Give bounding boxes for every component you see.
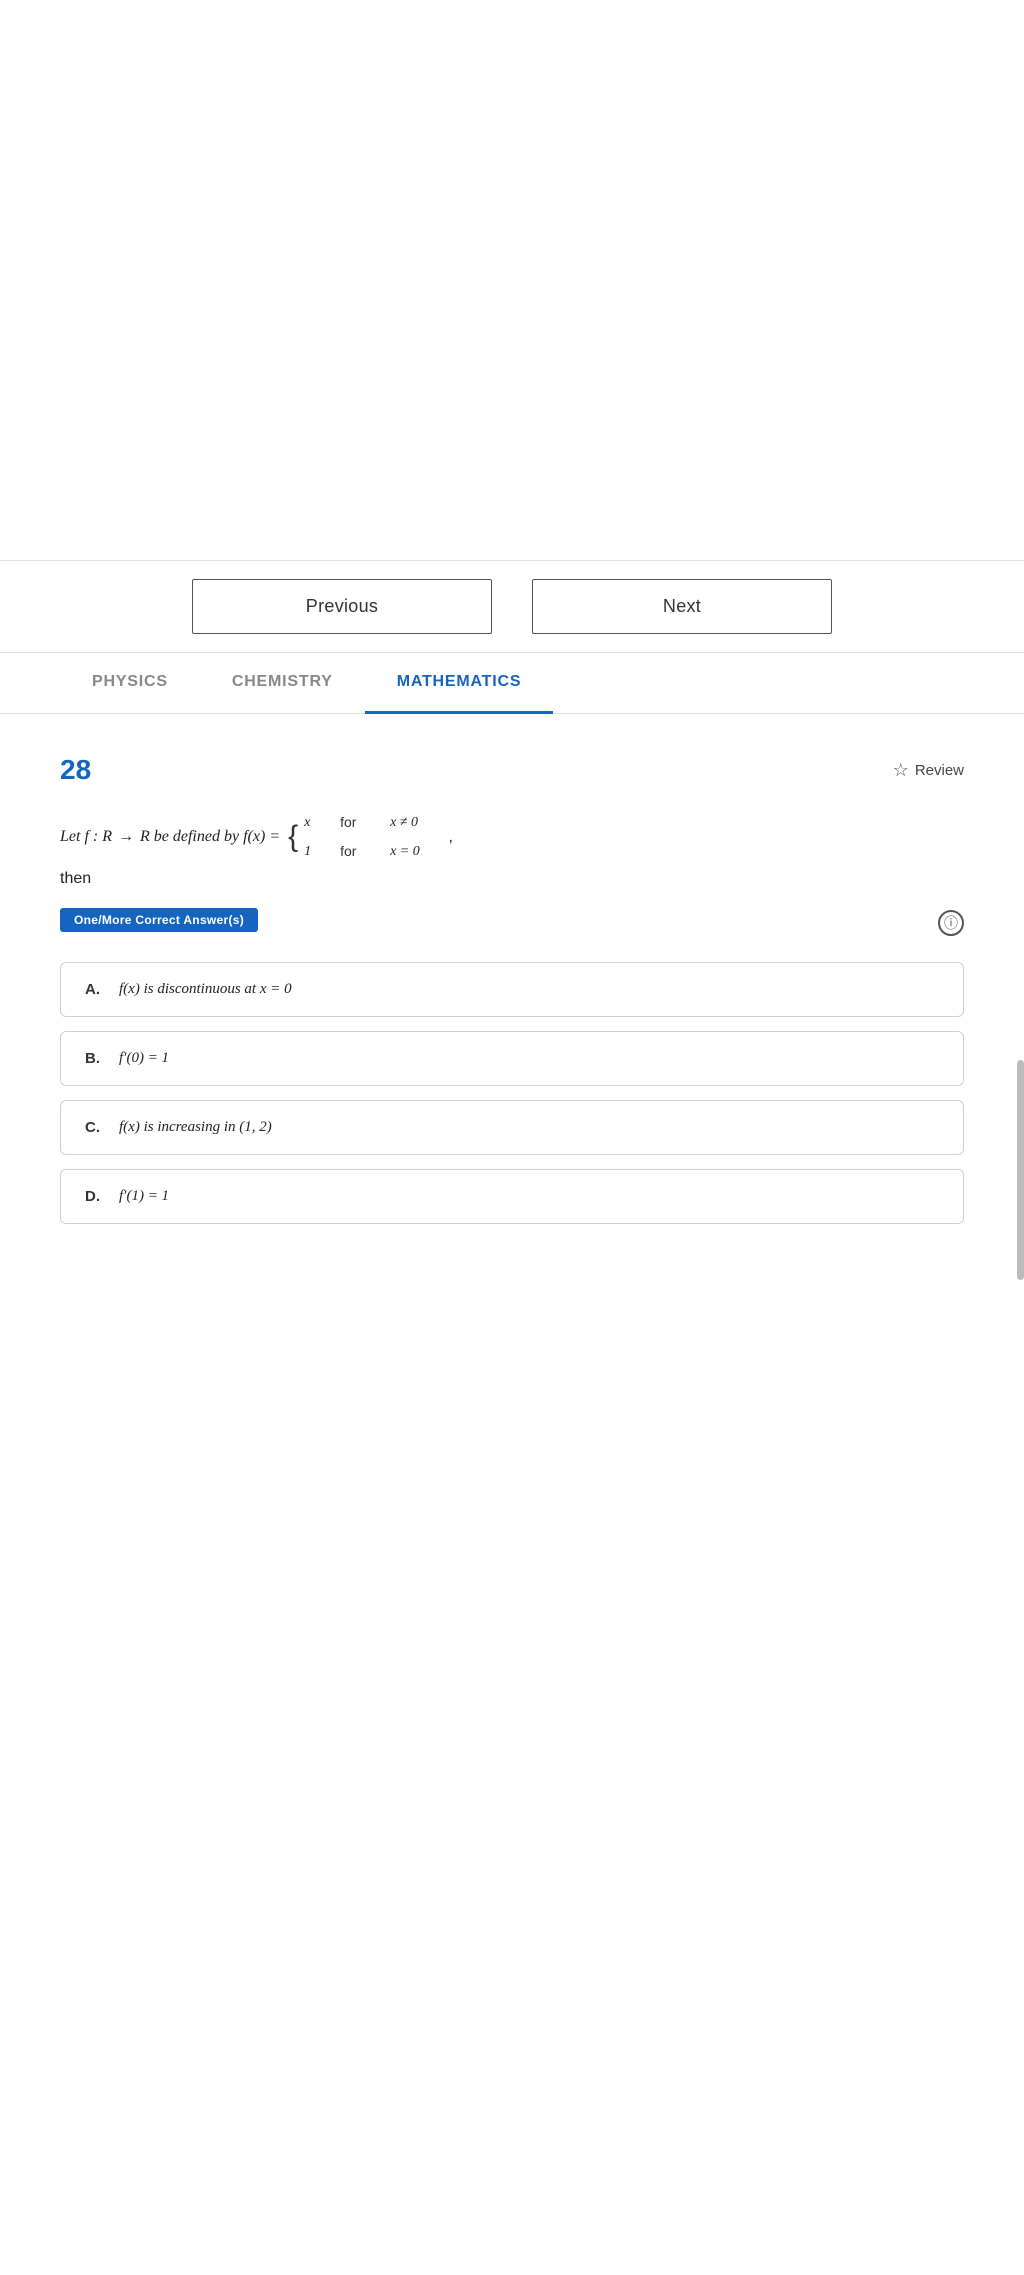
badge-row: One/More Correct Answer(s) ⓘ [60, 908, 964, 938]
star-icon: ☆ [893, 760, 909, 781]
option-b[interactable]: B. f′(0) = 1 [60, 1031, 964, 1086]
next-button[interactable]: Next [532, 579, 832, 634]
tab-chemistry[interactable]: CHEMISTRY [200, 653, 365, 714]
subject-tabs: PHYSICS CHEMISTRY MATHEMATICS [0, 653, 1024, 714]
option-a[interactable]: A. f(x) is discontinuous at x = 0 [60, 962, 964, 1017]
previous-button[interactable]: Previous [192, 579, 492, 634]
review-button[interactable]: ☆ Review [893, 760, 964, 781]
piecewise-function: { x for x ≠ 0 1 for x = 0 [288, 810, 440, 864]
option-d[interactable]: D. f′(1) = 1 [60, 1169, 964, 1224]
navigation-buttons: Previous Next [0, 560, 1024, 653]
option-b-label: B. [85, 1050, 105, 1067]
question-header: 28 ☆ Review [60, 754, 964, 786]
option-a-text: f(x) is discontinuous at x = 0 [119, 981, 292, 998]
question-number: 28 [60, 754, 91, 786]
question-then: then [60, 870, 964, 888]
answer-type-badge: One/More Correct Answer(s) [60, 908, 258, 932]
option-a-label: A. [85, 981, 105, 998]
option-c-text: f(x) is increasing in (1, 2) [119, 1119, 272, 1136]
scrollbar[interactable] [1017, 1060, 1024, 1280]
option-c[interactable]: C. f(x) is increasing in (1, 2) [60, 1100, 964, 1155]
info-icon[interactable]: ⓘ [938, 910, 964, 936]
question-text: Let f : R → R be defined by f(x) = { x f… [60, 810, 964, 864]
option-d-text: f′(1) = 1 [119, 1188, 169, 1205]
tab-mathematics[interactable]: MATHEMATICS [365, 653, 554, 714]
tab-physics[interactable]: PHYSICS [60, 653, 200, 714]
option-b-text: f′(0) = 1 [119, 1050, 169, 1067]
options-list: A. f(x) is discontinuous at x = 0 B. f′(… [60, 962, 964, 1224]
top-spacer [0, 0, 1024, 560]
option-d-label: D. [85, 1188, 105, 1205]
option-c-label: C. [85, 1119, 105, 1136]
question-area: 28 ☆ Review Let f : R → R be defined by … [0, 714, 1024, 1264]
